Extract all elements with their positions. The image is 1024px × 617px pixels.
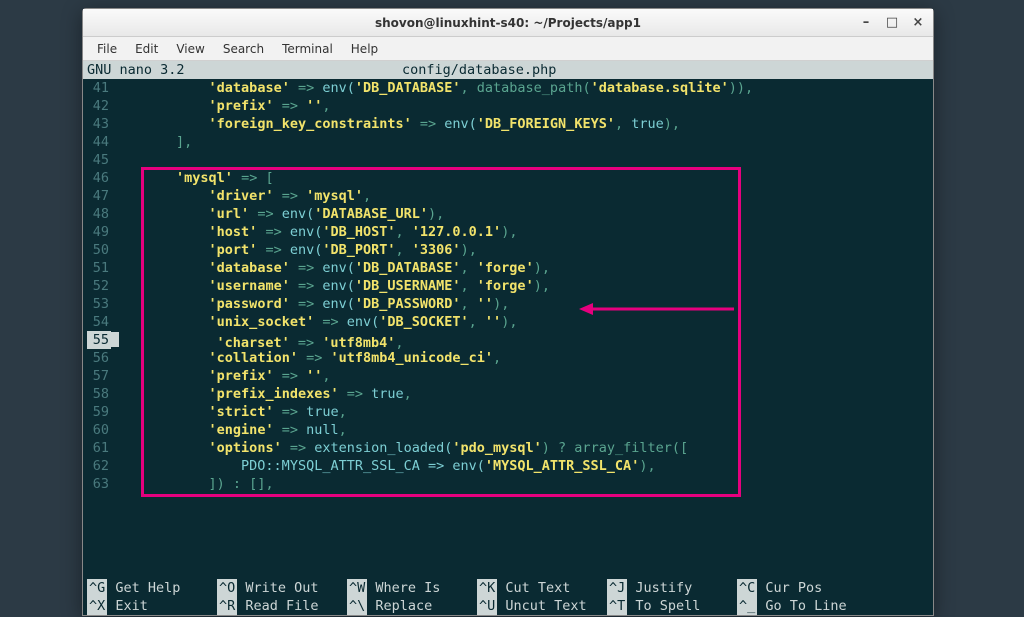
shortcut-whereis: ^W <box>347 579 367 597</box>
shortcut-replace: ^\ <box>347 597 367 615</box>
menu-edit[interactable]: Edit <box>127 40 166 58</box>
cursor <box>111 332 119 347</box>
window-title: shovon@linuxhint-s40: ~/Projects/app1 <box>375 16 641 30</box>
shortcut-spell: ^T <box>607 597 627 615</box>
titlebar: shovon@linuxhint-s40: ~/Projects/app1 – … <box>83 9 933 37</box>
menu-file[interactable]: File <box>89 40 125 58</box>
shortcut-writeout: ^O <box>217 579 237 597</box>
terminal-window: shovon@linuxhint-s40: ~/Projects/app1 – … <box>82 8 934 616</box>
editor[interactable]: 41 'database' => env('DB_DATABASE', data… <box>83 79 933 493</box>
nano-header: GNU nano 3.2 config/database.php <box>83 61 933 79</box>
nano-footer: ^G Get Help ^O Write Out ^W Where Is ^K … <box>83 579 933 615</box>
maximize-button[interactable]: □ <box>883 14 901 32</box>
menu-help[interactable]: Help <box>343 40 386 58</box>
shortcut-exit: ^X <box>87 597 107 615</box>
shortcut-curpos: ^C <box>737 579 757 597</box>
nano-filepath: config/database.php <box>347 61 929 79</box>
shortcut-justify: ^J <box>607 579 627 597</box>
shortcut-cut: ^K <box>477 579 497 597</box>
current-line-gutter: 55 <box>87 331 111 349</box>
shortcut-goto: ^_ <box>737 597 757 615</box>
minimize-button[interactable]: – <box>857 14 875 32</box>
window-controls: – □ × <box>857 9 927 36</box>
menu-search[interactable]: Search <box>215 40 272 58</box>
terminal-area[interactable]: GNU nano 3.2 config/database.php 41 'dat… <box>83 61 933 615</box>
close-button[interactable]: × <box>909 14 927 32</box>
shortcut-help: ^G <box>87 579 107 597</box>
nano-version: GNU nano 3.2 <box>87 61 347 79</box>
shortcut-uncut: ^U <box>477 597 497 615</box>
menu-terminal[interactable]: Terminal <box>274 40 341 58</box>
menu-view[interactable]: View <box>168 40 212 58</box>
shortcut-readfile: ^R <box>217 597 237 615</box>
menubar: File Edit View Search Terminal Help <box>83 37 933 61</box>
